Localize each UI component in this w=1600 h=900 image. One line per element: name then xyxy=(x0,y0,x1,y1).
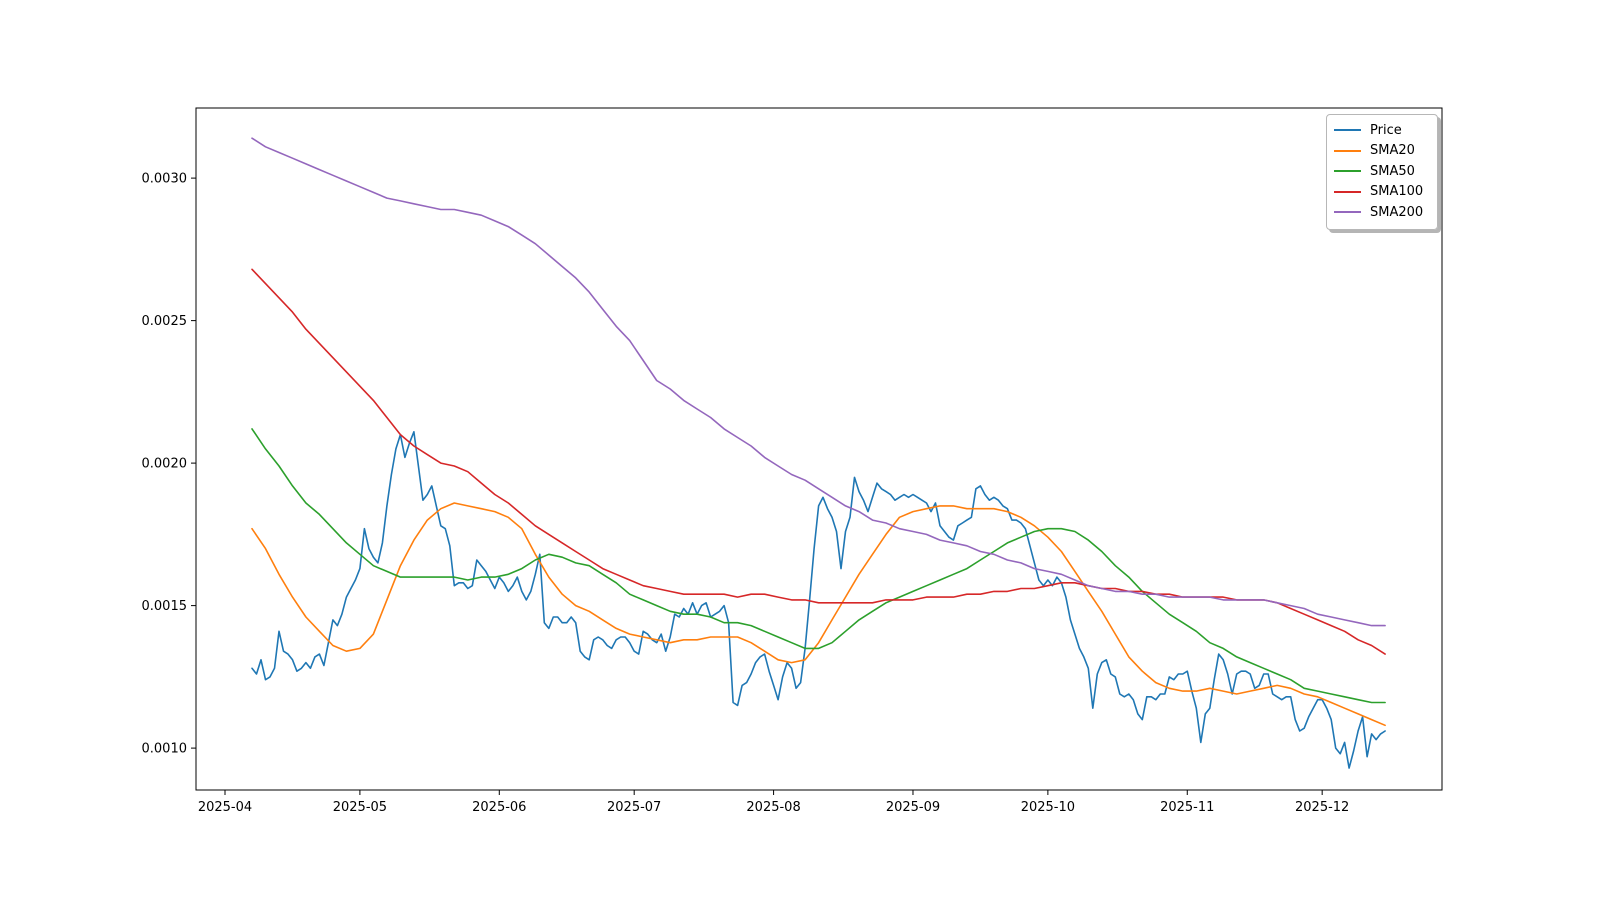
sma100-line-swatch xyxy=(1334,190,1361,193)
y-tick-label: 0.0030 xyxy=(142,172,188,187)
legend-item-sma100: SMA100 xyxy=(1334,182,1429,203)
x-tick-label: 2025-07 xyxy=(607,800,661,815)
x-tick-label: 2025-04 xyxy=(198,800,252,815)
legend-label: Price xyxy=(1370,122,1402,138)
legend-item-sma20: SMA20 xyxy=(1334,141,1429,162)
legend-label: SMA100 xyxy=(1370,184,1424,200)
y-axis-ticks: 0.0010 0.0015 0.0020 0.0025 0.0030 xyxy=(142,172,196,757)
x-tick-label: 2025-06 xyxy=(472,800,526,815)
x-tick-label: 2025-05 xyxy=(333,800,387,815)
x-tick-label: 2025-12 xyxy=(1295,800,1349,815)
legend-item-sma200: SMA200 xyxy=(1334,202,1429,223)
x-tick-label: 2025-10 xyxy=(1021,800,1075,815)
y-tick-label: 0.0020 xyxy=(142,457,188,472)
price-line-swatch xyxy=(1334,129,1361,132)
sma200-line-swatch xyxy=(1334,211,1361,214)
sma50-line-swatch xyxy=(1334,170,1361,173)
legend-label: SMA20 xyxy=(1370,143,1415,159)
legend-item-price: Price xyxy=(1334,120,1429,141)
y-tick-label: 0.0010 xyxy=(142,742,188,757)
legend: Price SMA20 SMA50 SMA100 SMA200 xyxy=(1326,114,1438,230)
x-tick-label: 2025-11 xyxy=(1160,800,1214,815)
legend-label: SMA200 xyxy=(1370,204,1424,220)
x-axis-ticks: 2025-04 2025-05 2025-06 2025-07 2025-08 2025-… xyxy=(198,790,1349,815)
y-tick-label: 0.0025 xyxy=(142,314,188,329)
y-tick-label: 0.0015 xyxy=(142,599,188,614)
legend-label: SMA50 xyxy=(1370,163,1415,179)
legend-item-sma50: SMA50 xyxy=(1334,161,1429,182)
sma20-line-swatch xyxy=(1334,149,1361,152)
x-tick-label: 2025-09 xyxy=(886,800,940,815)
x-tick-label: 2025-08 xyxy=(746,800,800,815)
figure: 2025-04 2025-05 2025-06 2025-07 2025-08 2025-… xyxy=(0,0,1600,900)
